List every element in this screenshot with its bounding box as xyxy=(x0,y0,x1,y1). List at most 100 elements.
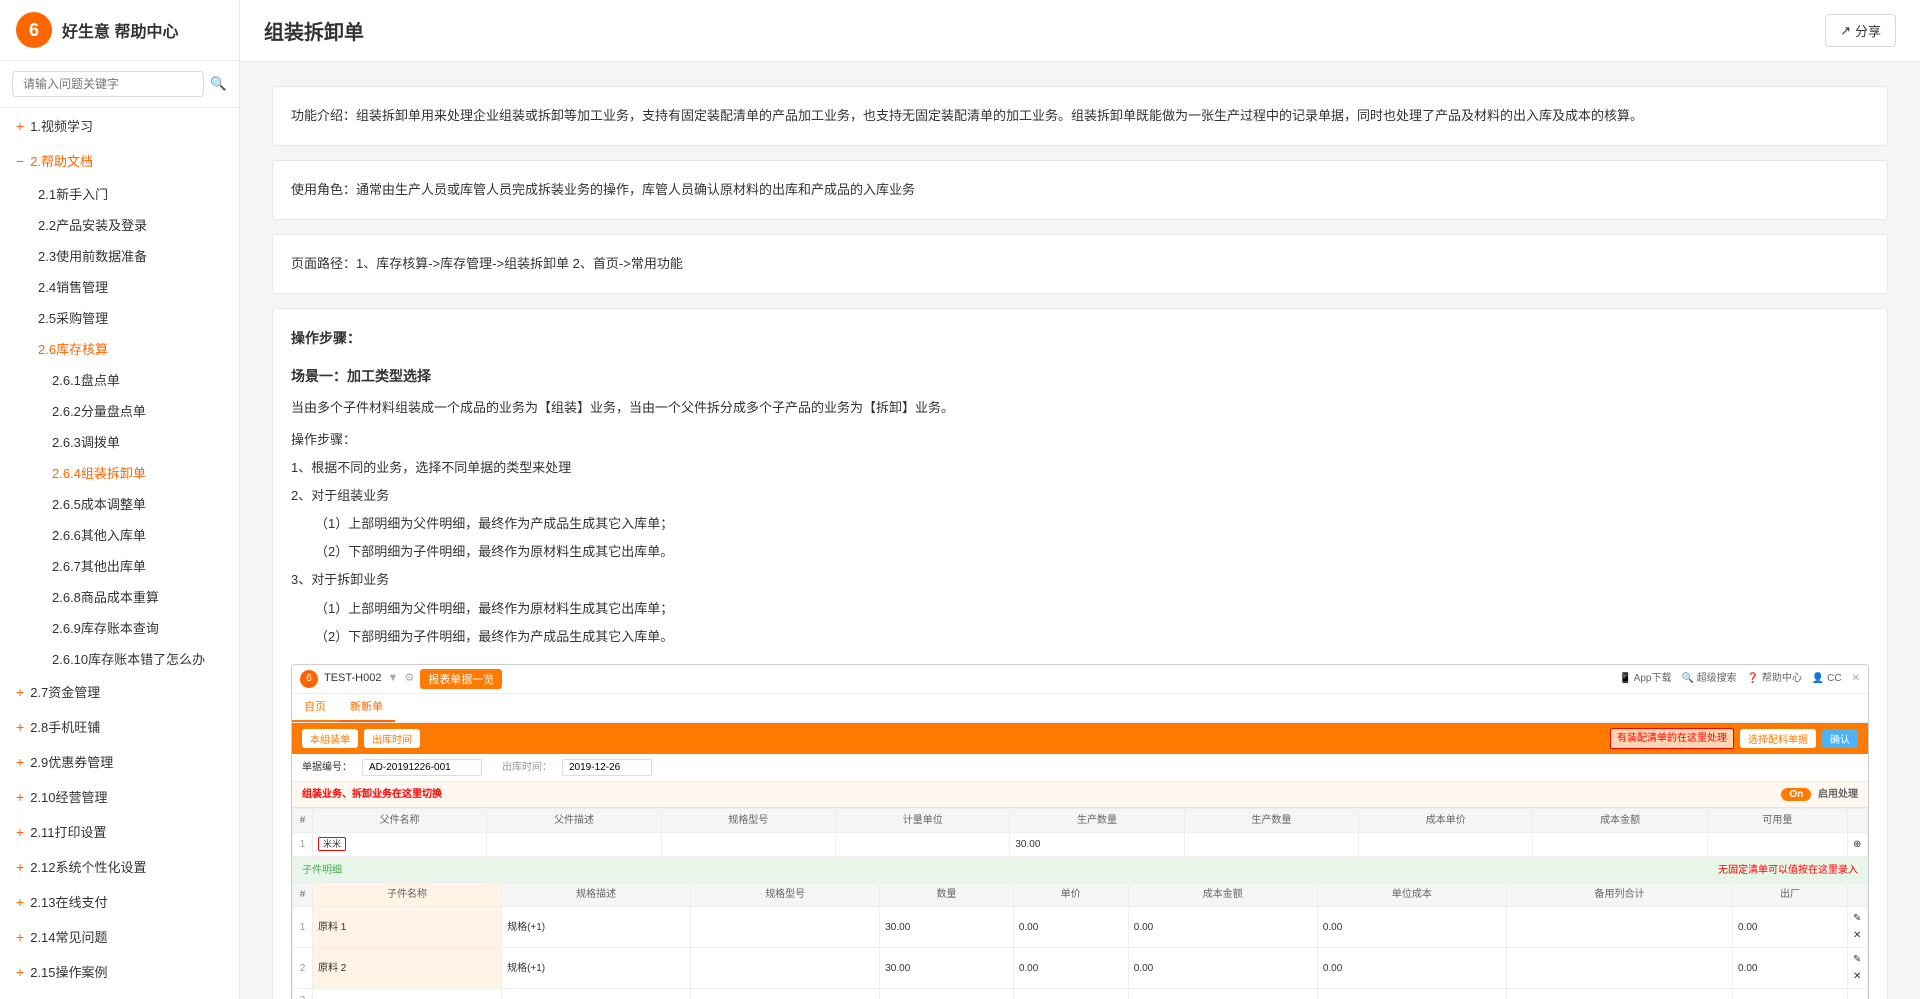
step3-1: （1）上部明细为父件明细，最终作为原材料生成其它出库单； xyxy=(291,598,1869,620)
plus-icon-2-10: + xyxy=(16,789,24,805)
sidebar-sub-2-6-5[interactable]: 2.6.5成本调整单 xyxy=(0,488,239,519)
sc-th-prod-qty: 生产数量 xyxy=(1010,809,1184,833)
sidebar-item-2-11-label: 2.11打印设置 xyxy=(30,822,106,841)
sidebar-sub-2-6-2[interactable]: 2.6.2分量盘点单 xyxy=(0,395,239,426)
sidebar-item-docs-label: 2.帮助文档 xyxy=(30,151,93,170)
logo: 6 xyxy=(16,12,52,48)
sc-tab-home[interactable]: 自页 xyxy=(292,694,338,723)
sidebar-sub-2-4[interactable]: 2.4销售管理 xyxy=(0,271,239,302)
path-block: 页面路径：1、库存核算->库存管理->组装拆卸单 2、首页->常用功能 xyxy=(272,234,1888,294)
sc-lcell-spec1 xyxy=(691,907,880,948)
sc-cell-name: 米米 xyxy=(313,833,487,857)
sidebar-sub-2-6-6[interactable]: 2.6.6其他入库单 xyxy=(0,519,239,550)
sidebar-sub-2-6-8[interactable]: 2.6.8商品成本重算 xyxy=(0,581,239,612)
sc-close-icon[interactable]: ✕ xyxy=(1852,670,1860,687)
sidebar-sub-2-2[interactable]: 2.2产品安装及登录 xyxy=(0,209,239,240)
sidebar-item-2-10[interactable]: + 2.10经营管理 xyxy=(0,779,239,814)
sidebar-sub-2-6-3[interactable]: 2.6.3调拨单 xyxy=(0,426,239,457)
sc-date-field[interactable] xyxy=(562,759,652,776)
sc-th-spec: 规格型号 xyxy=(661,809,835,833)
sc-lcell-act1: ✎ ✕ xyxy=(1848,907,1868,948)
sc-th-parent-desc: 父件描述 xyxy=(487,809,661,833)
sc-cell-desc xyxy=(487,833,661,857)
sidebar-sub-2-6-7[interactable]: 2.6.7其他出库单 xyxy=(0,550,239,581)
app-title: 好生意 帮助中心 xyxy=(62,18,178,42)
sc-lcell-desc3 xyxy=(502,989,691,999)
plus-icon-2-14: + xyxy=(16,929,24,945)
sidebar-sub-2-6-10[interactable]: 2.6.10库存账本错了怎么办 xyxy=(0,643,239,674)
sidebar-item-2-9-label: 2.9优惠券管理 xyxy=(30,752,113,771)
sidebar-item-2-14[interactable]: + 2.14常见问题 xyxy=(0,919,239,954)
sidebar-sub-2-6-9[interactable]: 2.6.9库存账本查询 xyxy=(0,612,239,643)
ops-subtitle: 操作步骤： xyxy=(291,429,1869,451)
sidebar-sub-2-1[interactable]: 2.1新手入门 xyxy=(0,178,239,209)
sc-lcell-cost1: 0.00 xyxy=(1128,907,1317,948)
search-input[interactable] xyxy=(12,71,204,97)
sc-cell-act: ⊕ xyxy=(1848,833,1868,857)
step2-1: （1）上部明细为父件明细，最终作为产成品生成其它入库单； xyxy=(291,513,1869,535)
sc-lcell-name2: 原料 2 xyxy=(313,948,502,989)
sc-lth-factory: 出厂 xyxy=(1733,883,1848,907)
share-button[interactable]: ↗ 分享 xyxy=(1825,14,1896,47)
sc-lcell-name1: 原料 1 xyxy=(313,907,502,948)
sc-btn-confirm[interactable]: 确认 xyxy=(1822,729,1858,748)
sc-icon-cc: 👤 CC xyxy=(1812,670,1842,687)
sc-lcell-ucost3 xyxy=(1317,989,1506,999)
sc-lth-sub-name: 子件名称 xyxy=(313,883,502,907)
sc-topbar-btn[interactable]: 报表单据一览 xyxy=(420,669,502,689)
sc-btn-config[interactable]: 选择配料单据 xyxy=(1740,729,1816,748)
sc-lcell-price2: 0.00 xyxy=(1013,948,1128,989)
sc-row-num: 1 xyxy=(293,833,313,857)
sc-lth-qty: 数量 xyxy=(880,883,1014,907)
sidebar-sub-2-6-1[interactable]: 2.6.1盘点单 xyxy=(0,364,239,395)
sidebar-item-2-7[interactable]: + 2.7资金管理 xyxy=(0,674,239,709)
sidebar-item-2-8[interactable]: + 2.8手机旺铺 xyxy=(0,709,239,744)
sidebar-sub-2-6[interactable]: 2.6库存核算 xyxy=(0,333,239,364)
step2: 2、对于组装业务 xyxy=(291,485,1869,507)
sc-tab-new[interactable]: 新新单 xyxy=(338,694,395,723)
sidebar-item-2-15-label: 2.15操作案例 xyxy=(30,962,107,981)
sidebar-item-2-12[interactable]: + 2.12系统个性化设置 xyxy=(0,849,239,884)
sc-annotation1: 有装配清单的在这里处理 xyxy=(1610,728,1734,749)
sidebar-item-2-15[interactable]: + 2.15操作案例 xyxy=(0,954,239,989)
sidebar-item-2-9[interactable]: + 2.9优惠券管理 xyxy=(0,744,239,779)
sc-th-parent-name: 父件名称 xyxy=(313,809,487,833)
sc-upper-table: # 父件名称 父件描述 规格型号 计量单位 生产数量 生产数量 成本单价 成本金… xyxy=(292,808,1868,857)
sidebar-item-videos[interactable]: + 1.视频学习 xyxy=(0,108,239,143)
sc-topbar-id: TEST-H002 xyxy=(324,669,381,688)
ops-block: 操作步骤： 场景一：加工类型选择 当由多个子件材料组装成一个成品的业务为【组装】… xyxy=(272,308,1888,999)
sc-doc-number[interactable] xyxy=(362,759,482,776)
sidebar-item-2-11[interactable]: + 2.11打印设置 xyxy=(0,814,239,849)
sidebar-item-2-13-label: 2.13在线支付 xyxy=(30,892,107,911)
search-button[interactable]: 🔍 xyxy=(210,76,227,92)
sidebar-item-2-13[interactable]: + 2.13在线支付 xyxy=(0,884,239,919)
sc-cell-qty: 30.00 xyxy=(1010,833,1184,857)
role-block: 使用角色：通常由生产人员或库管人员完成拆装业务的操作，库管人员确认原材料的出库和… xyxy=(272,160,1888,220)
sidebar-sub-2-5[interactable]: 2.5采购管理 xyxy=(0,302,239,333)
sc-th-cost-total: 成本金额 xyxy=(1533,809,1707,833)
main-content: 组装拆卸单 ↗ 分享 功能介绍：组装拆卸单用来处理企业组装或拆卸等加工业务，支持… xyxy=(240,0,1920,999)
sc-cell-cost-u xyxy=(1359,833,1533,857)
sidebar-sub-2-3[interactable]: 2.3使用前数据准备 xyxy=(0,240,239,271)
sc-field-label-1: 单据编号： xyxy=(302,759,352,776)
content-area: 功能介绍：组装拆卸单用来处理企业组装或拆卸等加工业务，支持有固定装配清单的产品加… xyxy=(240,62,1920,999)
sidebar-item-2-10-label: 2.10经营管理 xyxy=(30,787,107,806)
sc-lcell-qty3 xyxy=(880,989,1014,999)
step2-2: （2）下部明细为子件明细，最终作为原材料生成其它出库单。 xyxy=(291,541,1869,563)
sidebar-item-2-8-label: 2.8手机旺铺 xyxy=(30,717,100,736)
sidebar-sub-2-6-4[interactable]: 2.6.4组装拆卸单 xyxy=(0,457,239,488)
sc-annotation4: 无固定清单可以值按在这里录入 xyxy=(1718,862,1858,879)
sidebar-sub-2-6-label: 2.6库存核算 xyxy=(38,342,108,357)
table-row: 2 原料 2 规格(+1) 30.00 0.00 0.00 0.00 0.00 xyxy=(293,948,1868,989)
sc-btn-export[interactable]: 出库时间 xyxy=(364,729,420,748)
nav-section: + 1.视频学习 − 2.帮助文档 2.1新手入门 2.2产品安装及登录 2.3… xyxy=(0,108,239,989)
sc-lth-num: # xyxy=(293,883,313,907)
plus-icon-2-12: + xyxy=(16,859,24,875)
sc-lcell-backup1 xyxy=(1506,907,1732,948)
sc-lcell-desc1: 规格(+1) xyxy=(502,907,691,948)
sc-btn-save[interactable]: 本组装单 xyxy=(302,729,358,748)
sidebar-item-docs[interactable]: − 2.帮助文档 xyxy=(0,143,239,178)
share-label: 分享 xyxy=(1855,21,1881,40)
sc-lcell-ucost2: 0.00 xyxy=(1317,948,1506,989)
path-text: 页面路径：1、库存核算->库存管理->组装拆卸单 2、首页->常用功能 xyxy=(291,253,1869,275)
